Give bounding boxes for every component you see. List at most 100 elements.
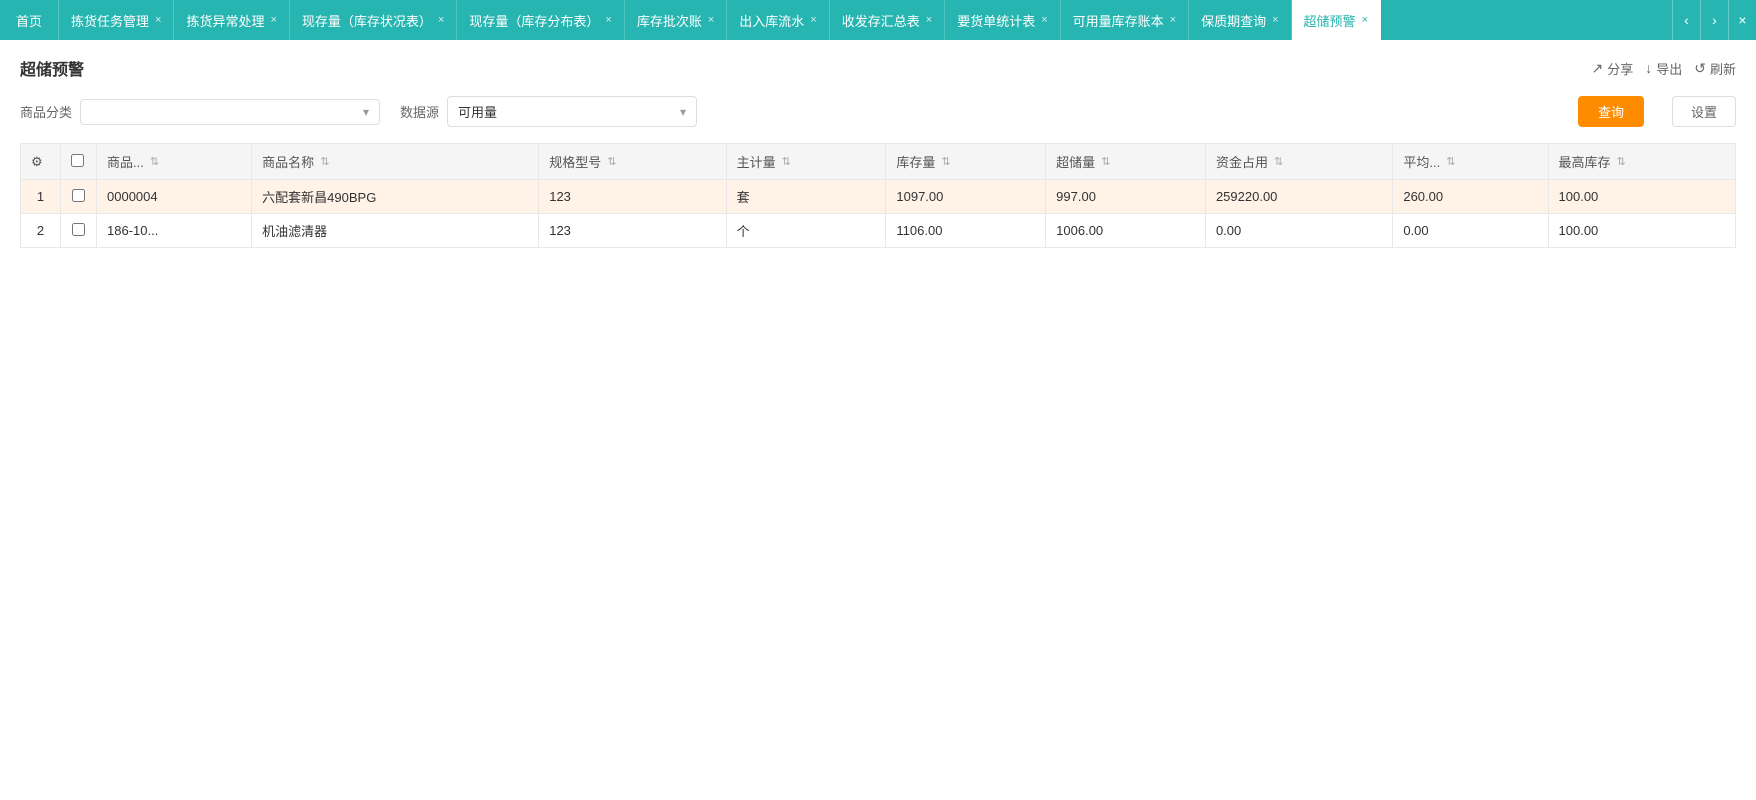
cell-stock: 1097.00 <box>886 180 1046 214</box>
tab-5-close[interactable]: × <box>708 14 714 26</box>
cell-spec: 123 <box>539 214 726 248</box>
nav-next-arrow[interactable]: › <box>1700 0 1728 40</box>
sort-avg-icon: ⇅ <box>1446 155 1455 168</box>
datasource-select[interactable]: 可用量 ▾ <box>447 96 697 127</box>
select-all-checkbox[interactable] <box>71 154 84 167</box>
datasource-chevron-icon: ▾ <box>680 105 686 119</box>
tab-6[interactable]: 出入库流水 × <box>727 0 829 40</box>
datasource-value: 可用量 <box>458 102 497 121</box>
tab-3-close[interactable]: × <box>438 14 444 26</box>
tab-9-close[interactable]: × <box>1170 14 1176 26</box>
cell-max: 100.00 <box>1548 214 1735 248</box>
tab-8-close[interactable]: × <box>1041 14 1047 26</box>
col-max-header[interactable]: 最高库存 ⇅ <box>1548 144 1735 180</box>
share-button[interactable]: ↗ 分享 <box>1591 59 1633 78</box>
nav-home[interactable]: 首页 <box>0 0 59 40</box>
nav-prev-arrow[interactable]: ‹ <box>1672 0 1700 40</box>
tab-10[interactable]: 保质期查询 × <box>1189 0 1291 40</box>
row-index: 2 <box>21 214 61 248</box>
cell-avg: 260.00 <box>1393 180 1548 214</box>
page-content: 超储预警 ↗ 分享 ↓ 导出 ↺ 刷新 商品分类 ▾ 数据源 <box>0 40 1756 264</box>
refresh-button[interactable]: ↺ 刷新 <box>1694 59 1736 78</box>
cell-stock: 1106.00 <box>886 214 1046 248</box>
cell-avg: 0.00 <box>1393 214 1548 248</box>
cell-overstock: 997.00 <box>1046 180 1206 214</box>
header-actions: ↗ 分享 ↓ 导出 ↺ 刷新 <box>1591 59 1736 78</box>
tab-10-close[interactable]: × <box>1272 14 1278 26</box>
tab-5[interactable]: 库存批次账 × <box>625 0 727 40</box>
cell-overstock: 1006.00 <box>1046 214 1206 248</box>
export-icon: ↓ <box>1645 60 1652 76</box>
tab-7[interactable]: 收发存汇总表 × <box>830 0 945 40</box>
cell-product-name: 机油滤清器 <box>252 214 539 248</box>
top-nav: 首页 拣货任务管理 × 拣货异常处理 × 现存量（库存状况表） × 现存量（库存… <box>0 0 1756 40</box>
tab-8[interactable]: 要货单统计表 × <box>945 0 1060 40</box>
datasource-filter-group: 数据源 可用量 ▾ <box>400 96 697 127</box>
row-checkbox-cell[interactable] <box>61 180 97 214</box>
cell-product-code: 186-10... <box>97 214 252 248</box>
col-spec-header[interactable]: 规格型号 ⇅ <box>539 144 726 180</box>
tab-2-close[interactable]: × <box>270 14 276 26</box>
tab-4-close[interactable]: × <box>605 14 611 26</box>
share-icon: ↗ <box>1591 60 1603 77</box>
cell-capital: 259220.00 <box>1205 180 1392 214</box>
nav-arrows: ‹ › × <box>1672 0 1756 40</box>
page-title: 超储预警 <box>20 56 84 80</box>
query-button[interactable]: 查询 <box>1578 96 1644 127</box>
cell-spec: 123 <box>539 180 726 214</box>
col-capital-header[interactable]: 资金占用 ⇅ <box>1205 144 1392 180</box>
col-gear[interactable]: ⚙ <box>21 144 61 180</box>
category-label: 商品分类 <box>20 102 72 121</box>
cell-capital: 0.00 <box>1205 214 1392 248</box>
table-row: 2 186-10... 机油滤清器 123 个 1106.00 1006.00 … <box>21 214 1736 248</box>
tab-6-close[interactable]: × <box>810 14 816 26</box>
sort-overstock-icon: ⇅ <box>1101 155 1110 168</box>
row-checkbox-cell[interactable] <box>61 214 97 248</box>
col-stock-header[interactable]: 库存量 ⇅ <box>886 144 1046 180</box>
category-filter-group: 商品分类 ▾ <box>20 99 380 125</box>
tab-11-close[interactable]: × <box>1362 14 1368 26</box>
tab-3[interactable]: 现存量（库存状况表） × <box>290 0 457 40</box>
settings-button[interactable]: 设置 <box>1672 96 1736 127</box>
table-header-row: ⚙ 商品... ⇅ 商品名称 ⇅ <box>21 144 1736 180</box>
page-header: 超储预警 ↗ 分享 ↓ 导出 ↺ 刷新 <box>20 56 1736 80</box>
row-checkbox[interactable] <box>72 189 85 202</box>
cell-unit: 个 <box>726 214 886 248</box>
category-select[interactable]: ▾ <box>80 99 380 125</box>
row-index: 1 <box>21 180 61 214</box>
sort-stock-icon: ⇅ <box>941 155 950 168</box>
tab-2[interactable]: 拣货异常处理 × <box>174 0 289 40</box>
tab-4[interactable]: 现存量（库存分布表） × <box>457 0 624 40</box>
cell-product-code: 0000004 <box>97 180 252 214</box>
cell-product-name: 六配套新昌490BPG <box>252 180 539 214</box>
gear-icon: ⚙ <box>31 154 43 169</box>
row-checkbox[interactable] <box>72 223 85 236</box>
tab-1[interactable]: 拣货任务管理 × <box>59 0 174 40</box>
sort-max-icon: ⇅ <box>1617 155 1626 168</box>
col-product-name-header[interactable]: 商品名称 ⇅ <box>252 144 539 180</box>
category-chevron-icon: ▾ <box>363 105 369 119</box>
col-overstock-header[interactable]: 超储量 ⇅ <box>1046 144 1206 180</box>
nav-close-all[interactable]: × <box>1728 0 1756 40</box>
data-table: ⚙ 商品... ⇅ 商品名称 ⇅ <box>20 143 1736 248</box>
cell-unit: 套 <box>726 180 886 214</box>
table-row: 1 0000004 六配套新昌490BPG 123 套 1097.00 997.… <box>21 180 1736 214</box>
col-unit-header[interactable]: 主计量 ⇅ <box>726 144 886 180</box>
tab-7-close[interactable]: × <box>926 14 932 26</box>
tab-1-close[interactable]: × <box>155 14 161 26</box>
export-button[interactable]: ↓ 导出 <box>1645 59 1682 78</box>
sort-capital-icon: ⇅ <box>1274 155 1283 168</box>
sort-spec-icon: ⇅ <box>607 155 616 168</box>
sort-product-code-icon: ⇅ <box>150 155 159 168</box>
datasource-label: 数据源 <box>400 102 439 121</box>
col-avg-header[interactable]: 平均... ⇅ <box>1393 144 1548 180</box>
refresh-icon: ↺ <box>1694 60 1706 77</box>
col-select-all[interactable] <box>61 144 97 180</box>
filter-row: 商品分类 ▾ 数据源 可用量 ▾ 查询 设置 <box>20 96 1736 127</box>
col-product-code-header[interactable]: 商品... ⇅ <box>97 144 252 180</box>
sort-product-name-icon: ⇅ <box>320 155 329 168</box>
tab-9[interactable]: 可用量库存账本 × <box>1061 0 1189 40</box>
cell-max: 100.00 <box>1548 180 1735 214</box>
tab-11[interactable]: 超储预警 × <box>1292 0 1381 40</box>
sort-unit-icon: ⇅ <box>782 155 791 168</box>
